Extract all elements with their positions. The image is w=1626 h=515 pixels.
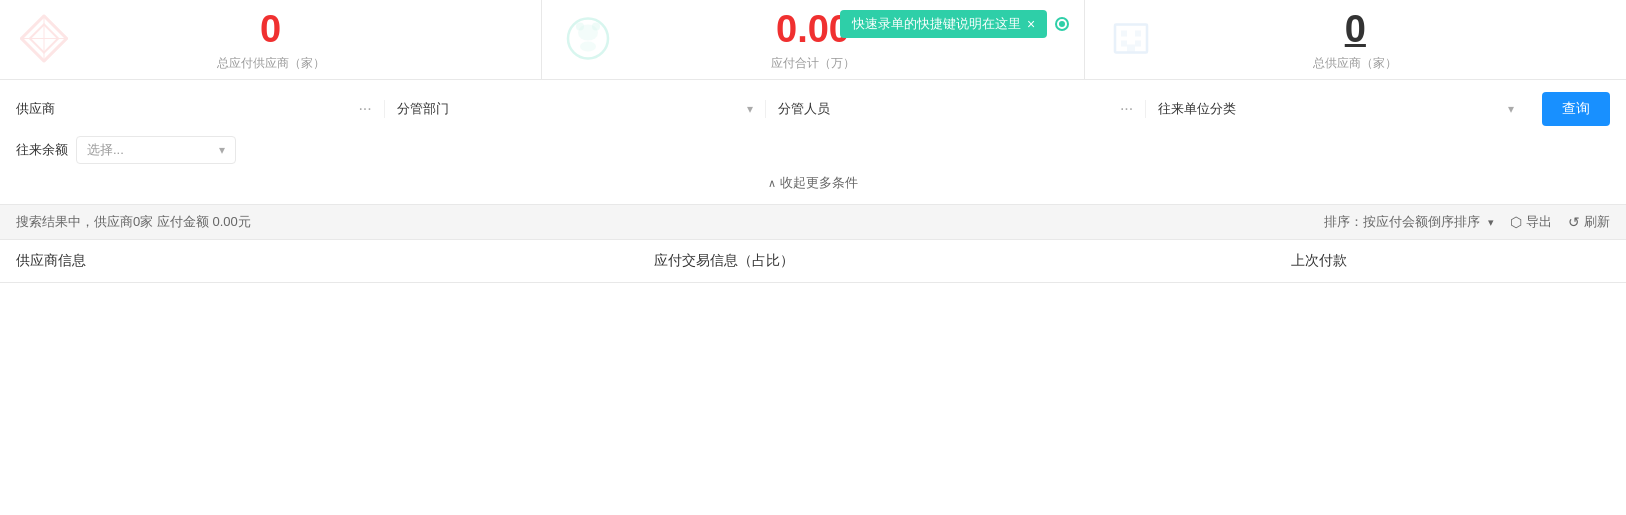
query-button[interactable]: 查询 (1542, 92, 1610, 126)
svg-rect-11 (1135, 30, 1141, 36)
supplier-label: 供应商 (16, 100, 55, 118)
export-icon: ⬡ (1510, 214, 1522, 230)
filter-row-1: 供应商 ··· 分管部门 ▾ 分管人员 ··· 往来单位分类 ▾ (16, 92, 1610, 126)
result-info: 搜索结果中，供应商0家 应付金额 0.00元 (16, 213, 1324, 231)
svg-rect-12 (1121, 40, 1127, 46)
chevron-down-icon-2: ▾ (1508, 102, 1514, 116)
result-bar: 搜索结果中，供应商0家 应付金额 0.00元 排序：按应付会额倒序排序 ▾ ⬡ … (0, 205, 1626, 240)
close-icon[interactable]: × (1027, 16, 1035, 32)
filter-person: 分管人员 ··· (766, 100, 1147, 118)
filter-category: 往来单位分类 ▾ (1146, 100, 1526, 118)
filter-row-2: 往来余额 选择... ▾ (16, 136, 1610, 164)
svg-point-8 (580, 41, 596, 51)
supplier-input[interactable] (63, 102, 350, 117)
stats-bar: 0 总应付供应商（家） 0.00 应付合计（万） 快速录单的快捷键说明在这里 × (0, 0, 1626, 80)
stat-label-amount: 应付合计（万） (771, 55, 855, 72)
balance-label: 往来余额 (16, 141, 68, 159)
svg-rect-13 (1135, 40, 1141, 46)
balance-select[interactable]: 选择... ▾ (76, 136, 236, 164)
collapse-up-icon: ∧ (768, 177, 776, 190)
table-header: 供应商信息 应付交易信息（占比） 上次付款 (0, 240, 1626, 283)
sort-chevron-icon: ▾ (1488, 216, 1494, 229)
sort-label: 排序：按应付会额倒序排序 (1324, 213, 1480, 231)
sort-dropdown[interactable]: 排序：按应付会额倒序排序 ▾ (1324, 213, 1494, 231)
category-dropdown[interactable]: ▾ (1244, 102, 1514, 116)
svg-rect-10 (1121, 30, 1127, 36)
stat-label-all: 总供应商（家） (1313, 55, 1397, 72)
stat-number-suppliers: 0 (260, 8, 281, 51)
balance-placeholder: 选择... (87, 141, 211, 159)
stat-total-suppliers: 0 总应付供应商（家） (0, 0, 542, 79)
filter-supplier: 供应商 ··· (16, 100, 385, 118)
stat-label-suppliers: 总应付供应商（家） (217, 55, 325, 72)
department-label: 分管部门 (397, 100, 449, 118)
collapse-button[interactable]: ∧ 收起更多条件 (768, 174, 858, 192)
refresh-label: 刷新 (1584, 213, 1610, 231)
tooltip-text: 快速录单的快捷键说明在这里 (852, 15, 1021, 33)
filter-bar: 供应商 ··· 分管部门 ▾ 分管人员 ··· 往来单位分类 ▾ (0, 80, 1626, 205)
diamond-icon (20, 14, 68, 65)
person-input[interactable] (838, 102, 1112, 117)
chevron-down-icon-3: ▾ (219, 143, 225, 157)
chevron-down-icon: ▾ (747, 102, 753, 116)
filter-department: 分管部门 ▾ (385, 100, 766, 118)
query-section: 查询 (1526, 92, 1610, 126)
svg-point-7 (592, 22, 600, 30)
building-icon (1105, 12, 1157, 67)
refresh-icon: ↺ (1568, 214, 1580, 230)
export-button[interactable]: ⬡ 导出 (1510, 213, 1552, 231)
tooltip-bubble: 快速录单的快捷键说明在这里 × (840, 10, 1047, 38)
svg-point-6 (576, 22, 584, 30)
svg-rect-14 (1127, 44, 1135, 52)
col-last-payment: 上次付款 (1291, 252, 1610, 270)
stat-number-amount: 0.00 (776, 8, 850, 51)
person-dots-icon[interactable]: ··· (1120, 100, 1133, 118)
stat-number-all: 0 (1345, 8, 1366, 51)
person-label: 分管人员 (778, 100, 830, 118)
stat-total-amount: 0.00 应付合计（万） 快速录单的快捷键说明在这里 × (542, 0, 1084, 79)
department-dropdown[interactable]: ▾ (457, 102, 753, 116)
pig-icon (562, 12, 614, 67)
collapse-label: 收起更多条件 (780, 174, 858, 192)
tooltip-dot (1057, 19, 1067, 29)
col-transaction-info: 应付交易信息（占比） (654, 252, 1292, 270)
collapse-row: ∧ 收起更多条件 (16, 174, 1610, 192)
refresh-button[interactable]: ↺ 刷新 (1568, 213, 1610, 231)
supplier-dots-icon[interactable]: ··· (358, 100, 371, 118)
category-label: 往来单位分类 (1158, 100, 1236, 118)
export-label: 导出 (1526, 213, 1552, 231)
table-body (0, 283, 1626, 515)
result-actions: 排序：按应付会额倒序排序 ▾ ⬡ 导出 ↺ 刷新 (1324, 213, 1610, 231)
stat-all-suppliers: 0 总供应商（家） (1085, 0, 1626, 79)
col-supplier-info: 供应商信息 (16, 252, 654, 270)
